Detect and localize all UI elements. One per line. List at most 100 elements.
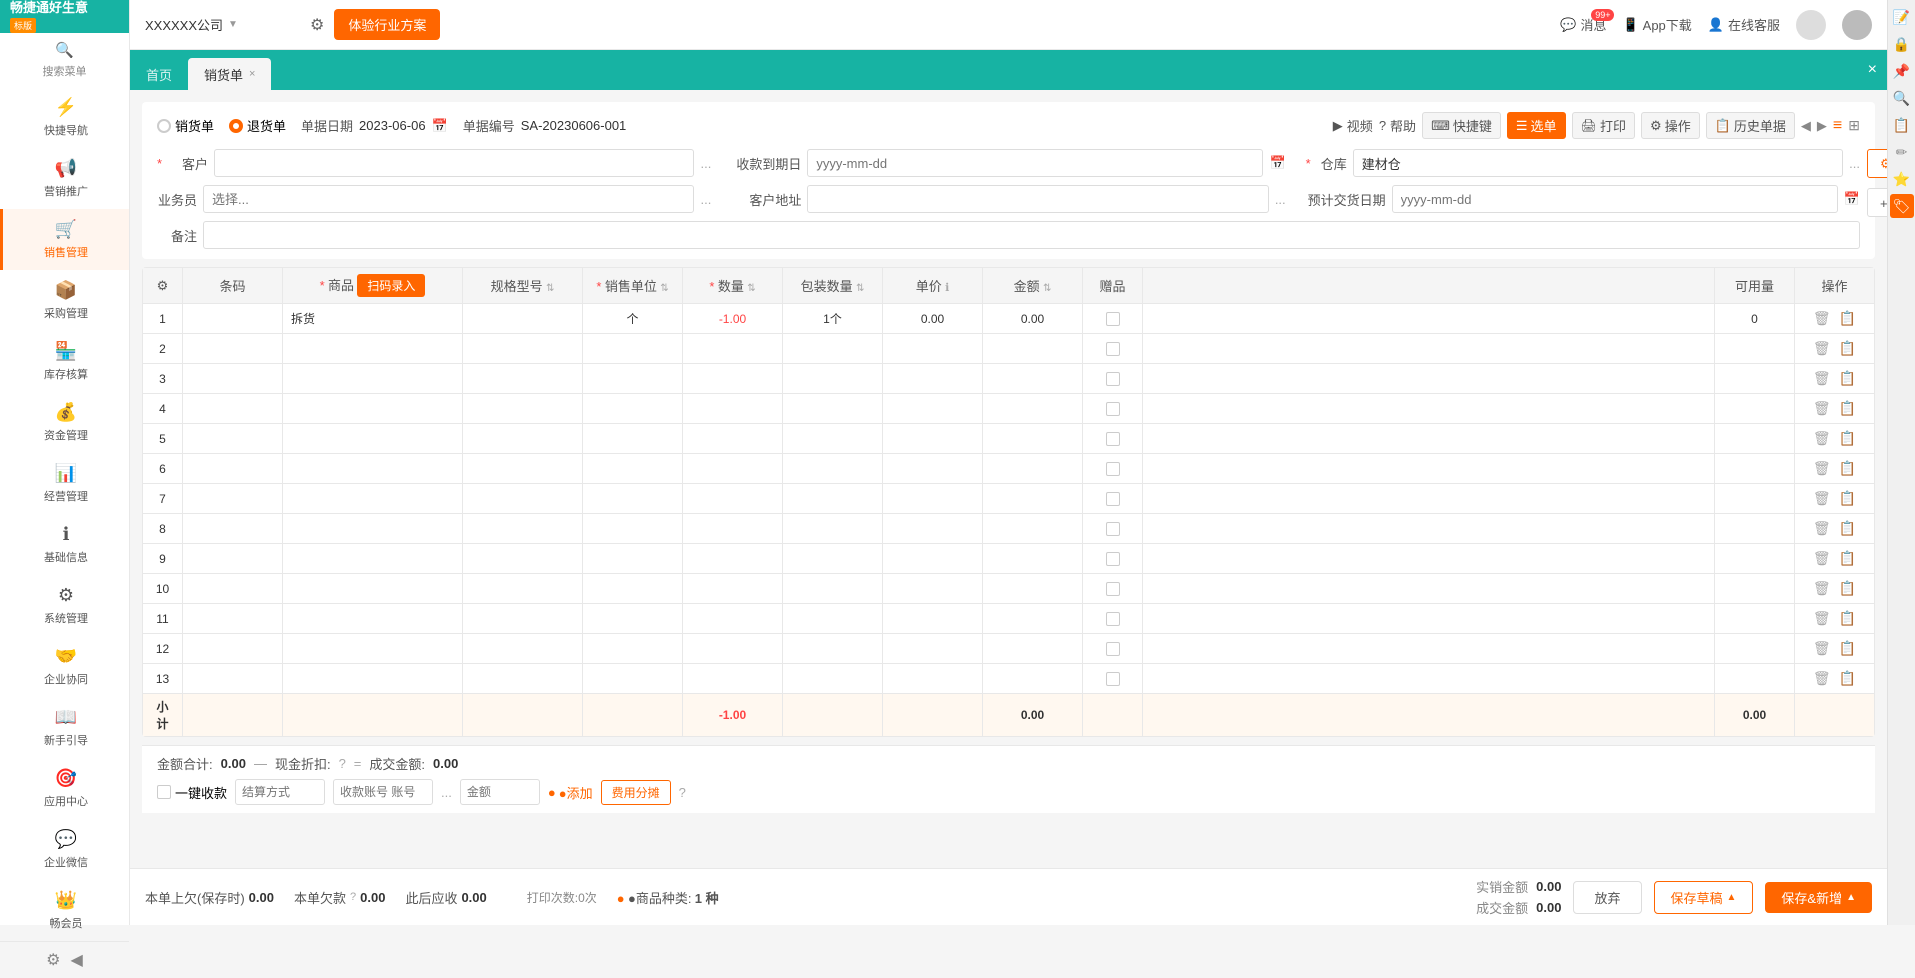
cell-price[interactable]: 0.00 (883, 304, 983, 334)
customer-dots[interactable]: ... (700, 156, 711, 171)
shortcut-button[interactable]: ⌨ 快捷键 (1422, 112, 1501, 139)
sidebar-item-marketing[interactable]: 📢 营销推广 (0, 148, 129, 209)
cell-qty[interactable] (683, 514, 783, 544)
cell-product[interactable] (283, 364, 463, 394)
cell-product[interactable]: 拆货 (283, 304, 463, 334)
cell-gift[interactable] (1083, 364, 1143, 394)
copy-icon[interactable]: 📋 (1839, 670, 1856, 687)
cell-pkg[interactable] (783, 604, 883, 634)
cell-pkg[interactable] (783, 364, 883, 394)
company-selector[interactable]: XXXXXX公司 ▼ (145, 15, 295, 34)
customer-input[interactable] (214, 149, 694, 177)
scan-button[interactable]: 扫码录入 (357, 274, 425, 297)
sidebar-item-quicknav[interactable]: ⚡ 快捷导航 (0, 87, 129, 148)
right-panel-tag[interactable]: 🏷 (1890, 194, 1914, 218)
gift-checkbox[interactable] (1106, 492, 1120, 506)
right-panel-pin[interactable]: 📌 (1890, 59, 1914, 83)
sidebar-item-apps[interactable]: 🎯 应用中心 (0, 758, 129, 819)
right-panel-search[interactable]: 🔍 (1890, 86, 1914, 110)
cell-amount[interactable] (983, 634, 1083, 664)
cell-spec[interactable] (463, 574, 583, 604)
save-new-button[interactable]: 保存&新增 ▲ (1765, 882, 1872, 913)
cell-unit[interactable] (583, 514, 683, 544)
cell-pkg[interactable] (783, 544, 883, 574)
delete-icon[interactable]: 🗑 (1813, 430, 1831, 447)
calendar-icon[interactable]: 📅 (432, 118, 448, 134)
cell-product[interactable] (283, 334, 463, 364)
sidebar-item-vip[interactable]: 👑 畅会员 (0, 880, 129, 941)
cell-amount[interactable] (983, 424, 1083, 454)
settle-method-input[interactable] (235, 779, 325, 805)
cell-barcode[interactable] (183, 514, 283, 544)
warehouse-input[interactable] (1353, 149, 1843, 177)
copy-icon[interactable]: 📋 (1839, 460, 1856, 477)
gift-checkbox[interactable] (1106, 372, 1120, 386)
settings-bottom-icon[interactable]: ⚙ (46, 950, 60, 970)
copy-icon[interactable]: 📋 (1839, 310, 1856, 327)
cell-unit[interactable] (583, 394, 683, 424)
delete-icon[interactable]: 🗑 (1813, 370, 1831, 387)
price-info-icon[interactable]: ℹ (945, 282, 949, 294)
expense-help-icon[interactable]: ? (679, 785, 686, 800)
cell-price[interactable] (883, 394, 983, 424)
cell-qty[interactable] (683, 364, 783, 394)
cell-product[interactable] (283, 514, 463, 544)
cell-unit[interactable] (583, 334, 683, 364)
tabbar-close-icon[interactable]: × (1868, 61, 1877, 79)
cell-product[interactable] (283, 634, 463, 664)
radio-return[interactable]: 退货单 (229, 116, 286, 135)
gift-checkbox[interactable] (1106, 342, 1120, 356)
sidebar-search[interactable]: 🔍 搜索菜单 (0, 33, 129, 87)
sidebar-item-guide[interactable]: 📖 新手引导 (0, 697, 129, 758)
cell-price[interactable] (883, 424, 983, 454)
cell-product[interactable] (283, 454, 463, 484)
cell-pkg[interactable] (783, 574, 883, 604)
copy-icon[interactable]: 📋 (1839, 370, 1856, 387)
expected-date-input[interactable] (1392, 185, 1838, 213)
copy-icon[interactable]: 📋 (1839, 340, 1856, 357)
cell-pkg[interactable] (783, 514, 883, 544)
select-order-button[interactable]: ☰ 选单 (1507, 112, 1566, 139)
sidebar-item-operations[interactable]: 📊 经营管理 (0, 453, 129, 514)
th-spec[interactable]: 规格型号 (463, 268, 583, 304)
cell-price[interactable] (883, 634, 983, 664)
cell-unit[interactable] (583, 544, 683, 574)
cell-gift[interactable] (1083, 394, 1143, 424)
cell-unit[interactable] (583, 424, 683, 454)
cell-qty[interactable] (683, 484, 783, 514)
cell-barcode[interactable] (183, 304, 283, 334)
tab-sale-order[interactable]: 销货单 × (188, 58, 271, 90)
cell-amount[interactable] (983, 454, 1083, 484)
cell-amount[interactable] (983, 514, 1083, 544)
one-click-pay-checkbox[interactable]: 一键收款 (157, 783, 227, 802)
cell-unit[interactable] (583, 484, 683, 514)
cell-pkg[interactable] (783, 454, 883, 484)
cell-barcode[interactable] (183, 454, 283, 484)
cell-unit[interactable] (583, 634, 683, 664)
cell-qty[interactable] (683, 574, 783, 604)
user-avatar2[interactable] (1842, 10, 1872, 40)
gift-checkbox[interactable] (1106, 462, 1120, 476)
cell-unit[interactable] (583, 454, 683, 484)
cell-spec[interactable] (463, 334, 583, 364)
cell-pkg[interactable] (783, 424, 883, 454)
cell-price[interactable] (883, 454, 983, 484)
cell-amount[interactable] (983, 394, 1083, 424)
cell-qty[interactable]: -1.00 (683, 304, 783, 334)
help-action[interactable]: ? 帮助 (1379, 116, 1416, 135)
cell-spec[interactable] (463, 634, 583, 664)
th-pkg[interactable]: 包装数量 (783, 268, 883, 304)
cell-amount[interactable] (983, 664, 1083, 694)
cell-price[interactable] (883, 364, 983, 394)
delete-icon[interactable]: 🗑 (1813, 310, 1831, 327)
experience-button[interactable]: 体验行业方案 (334, 9, 440, 40)
cell-gift[interactable] (1083, 484, 1143, 514)
salesperson-dots[interactable]: ... (700, 192, 711, 207)
sidebar-item-finance[interactable]: 💰 资金管理 (0, 392, 129, 453)
print-button[interactable]: 🖨 打印 (1572, 112, 1636, 139)
discard-button[interactable]: 放弃 (1573, 881, 1641, 914)
cell-qty[interactable] (683, 334, 783, 364)
copy-icon[interactable]: 📋 (1839, 640, 1856, 657)
cell-qty[interactable] (683, 454, 783, 484)
cell-amount[interactable] (983, 484, 1083, 514)
